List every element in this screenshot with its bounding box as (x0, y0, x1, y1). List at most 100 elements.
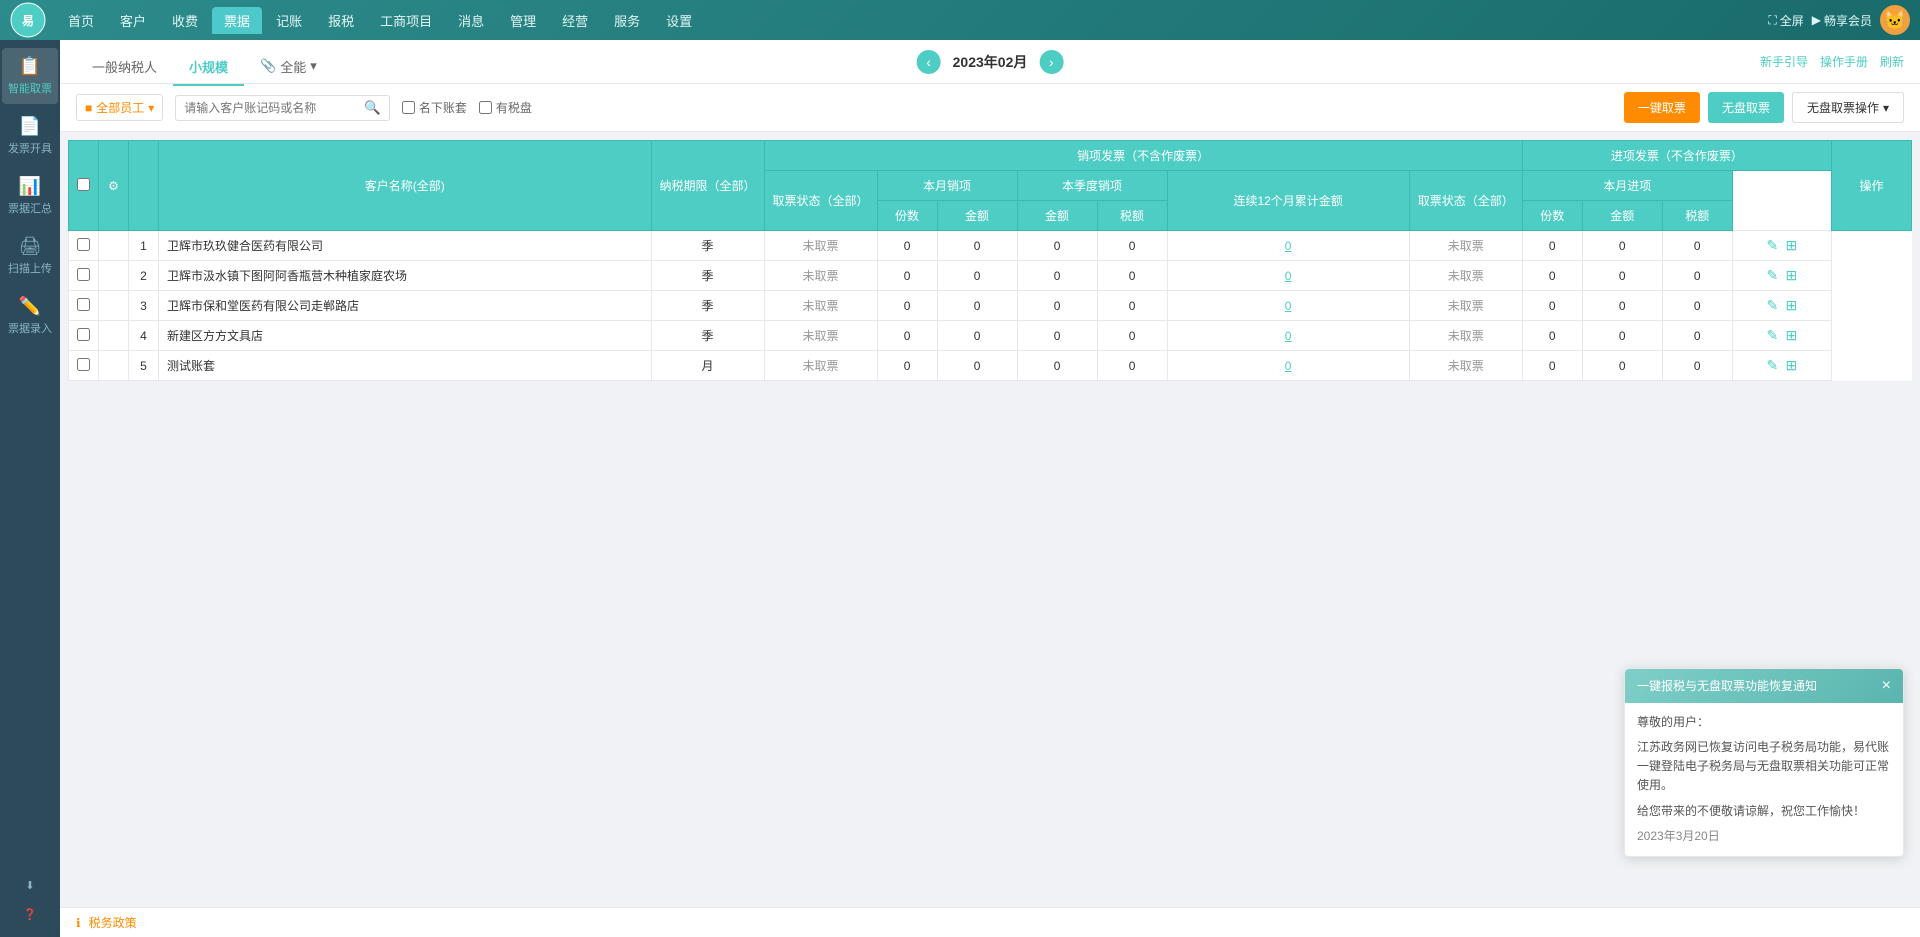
row-sales-accum12-cell[interactable]: 0 (1167, 261, 1409, 291)
nav-menu: 首页 客户 收费 票据 记账 报税 工商项目 消息 管理 经营 服务 设置 (56, 7, 1768, 34)
no-disk-take-button[interactable]: 无盘取票 (1708, 92, 1784, 123)
row-checkbox[interactable] (77, 268, 90, 281)
edit-icon[interactable]: ✎ (1766, 357, 1778, 373)
row-purchase-monthly-tax-cell: 0 (1662, 261, 1732, 291)
row-checkbox-cell[interactable] (69, 231, 99, 261)
new-guide-link[interactable]: 新手引导 (1760, 53, 1808, 70)
row-sales-quarterly-amount-cell: 0 (1017, 321, 1097, 351)
nav-business[interactable]: 工商项目 (368, 7, 444, 34)
period-prev-button[interactable]: ‹ (917, 50, 941, 74)
row-sales-monthly-amount-cell: 0 (937, 231, 1017, 261)
notification-close-button[interactable]: × (1882, 677, 1891, 695)
edit-icon[interactable]: ✎ (1766, 297, 1778, 313)
settings-gear-icon[interactable]: ⚙ (108, 179, 119, 193)
manual-link[interactable]: 操作手册 (1820, 53, 1868, 70)
nav-customer[interactable]: 客户 (108, 7, 158, 34)
sidebar-item-enter-invoice[interactable]: ✏️ 票据录入 (2, 288, 58, 344)
tab-small-scale[interactable]: 小规模 (173, 49, 244, 86)
th-sales-monthly: 本月销项 (877, 171, 1017, 201)
nav-accounting[interactable]: 记账 (264, 7, 314, 34)
has-tax-disk-checkbox[interactable] (479, 101, 492, 114)
period-next-button[interactable]: › (1039, 50, 1063, 74)
fullscreen-button[interactable]: ⛶ 全屏 (1768, 12, 1803, 29)
select-all-checkbox[interactable] (77, 178, 90, 191)
row-checkbox[interactable] (77, 238, 90, 251)
nav-manage[interactable]: 管理 (498, 7, 548, 34)
tab-general-taxpayer[interactable]: 一般纳税人 (76, 49, 173, 86)
detail-icon[interactable]: ⊞ (1786, 357, 1798, 373)
no-disk-ops-button[interactable]: 无盘取票操作 ▾ (1792, 92, 1904, 123)
row-sales-accum12-cell[interactable]: 0 (1167, 291, 1409, 321)
employee-filter[interactable]: ■ 全部员工 ▾ (76, 94, 163, 121)
th-sales-accum12: 连续12个月累计金额 (1167, 171, 1409, 231)
th-operation: 操作 (1832, 141, 1912, 231)
row-checkbox-cell[interactable] (69, 291, 99, 321)
th-tax-period: 纳税期限（全部） (651, 141, 764, 231)
nav-settings[interactable]: 设置 (654, 7, 704, 34)
info-icon: ℹ (76, 916, 81, 930)
search-button[interactable]: 🔍 (356, 96, 389, 120)
row-purchase-monthly-copies-cell: 0 (1522, 291, 1582, 321)
detail-icon[interactable]: ⊞ (1786, 297, 1798, 313)
row-sales-quarterly-tax-cell: 0 (1097, 321, 1167, 351)
row-sales-status-cell: 未取票 (764, 291, 877, 321)
detail-icon[interactable]: ⊞ (1786, 267, 1798, 283)
refresh-link[interactable]: 刷新 (1880, 53, 1904, 70)
notification-date: 2023年3月20日 (1637, 827, 1891, 846)
sidebar-item-smart-take[interactable]: 📋 智能取票 (2, 48, 58, 104)
row-operation-cell: ✎ ⊞ (1732, 321, 1831, 351)
nav-message[interactable]: 消息 (446, 7, 496, 34)
detail-icon[interactable]: ⊞ (1786, 237, 1798, 253)
row-operation-cell: ✎ ⊞ (1732, 261, 1831, 291)
edit-icon[interactable]: ✎ (1766, 267, 1778, 283)
nav-operation[interactable]: 经营 (550, 7, 600, 34)
edit-icon[interactable]: ✎ (1766, 327, 1778, 343)
row-purchase-monthly-amount-cell: 0 (1582, 351, 1662, 381)
row-checkbox[interactable] (77, 358, 90, 371)
sub-nav-wrapper: 一般纳税人 小规模 📎 全能 ▾ ‹ 2023年02月 › 新手引导 操作手册 … (60, 40, 1920, 84)
sub-account-checkbox-label[interactable]: 名下账套 (402, 99, 467, 116)
th-checkbox (69, 141, 99, 231)
th-customer-name: 客户名称(全部) (159, 141, 652, 231)
nav-billing[interactable]: 收费 (160, 7, 210, 34)
row-sales-accum12-cell[interactable]: 0 (1167, 351, 1409, 381)
tax-policy-link[interactable]: 税务政策 (89, 914, 137, 931)
row-sales-accum12-cell[interactable]: 0 (1167, 321, 1409, 351)
nav-invoice[interactable]: 票据 (212, 7, 262, 34)
th-settings: ⚙ (99, 141, 129, 231)
detail-icon[interactable]: ⊞ (1786, 327, 1798, 343)
sidebar-item-help[interactable]: ❓ (2, 900, 58, 929)
row-checkbox[interactable] (77, 328, 90, 341)
row-purchase-monthly-copies-cell: 0 (1522, 321, 1582, 351)
sub-account-checkbox[interactable] (402, 101, 415, 114)
sidebar-bottom: ⬇ ❓ (2, 871, 58, 937)
one-key-take-button[interactable]: 一键取票 (1624, 92, 1700, 123)
sidebar-item-issue-invoice[interactable]: 📄 发票开具 (2, 108, 58, 164)
row-purchase-monthly-tax-cell: 0 (1662, 321, 1732, 351)
row-period-cell: 季 (651, 291, 764, 321)
tab-all[interactable]: 📎 全能 ▾ (244, 49, 333, 86)
row-checkbox[interactable] (77, 298, 90, 311)
sidebar-item-download[interactable]: ⬇ (2, 871, 58, 900)
nav-home[interactable]: 首页 (56, 7, 106, 34)
th-purchase-monthly-copies: 份数 (1522, 201, 1582, 231)
row-checkbox-cell[interactable] (69, 261, 99, 291)
row-purchase-monthly-amount-cell: 0 (1582, 261, 1662, 291)
row-checkbox-cell[interactable] (69, 321, 99, 351)
has-tax-disk-checkbox-label[interactable]: 有税盘 (479, 99, 532, 116)
user-avatar[interactable]: 🐱 (1880, 5, 1910, 35)
sidebar-item-summary[interactable]: 📊 票据汇总 (2, 168, 58, 224)
vip-button[interactable]: ▶ 畅享会员 (1812, 12, 1872, 29)
th-sales-group: 销项发票（不含作废票） (764, 141, 1522, 171)
app-logo[interactable]: 易 (10, 2, 46, 38)
search-input[interactable] (176, 97, 356, 119)
nav-tax[interactable]: 报税 (316, 7, 366, 34)
row-checkbox-cell[interactable] (69, 351, 99, 381)
row-sales-status-cell: 未取票 (764, 321, 877, 351)
nav-service[interactable]: 服务 (602, 7, 652, 34)
row-purchase-monthly-amount-cell: 0 (1582, 231, 1662, 261)
edit-icon[interactable]: ✎ (1766, 237, 1778, 253)
row-purchase-status-cell: 未取票 (1409, 321, 1522, 351)
row-sales-accum12-cell[interactable]: 0 (1167, 231, 1409, 261)
sidebar-item-scan-upload[interactable]: 🖨 扫描上传 (2, 228, 58, 284)
